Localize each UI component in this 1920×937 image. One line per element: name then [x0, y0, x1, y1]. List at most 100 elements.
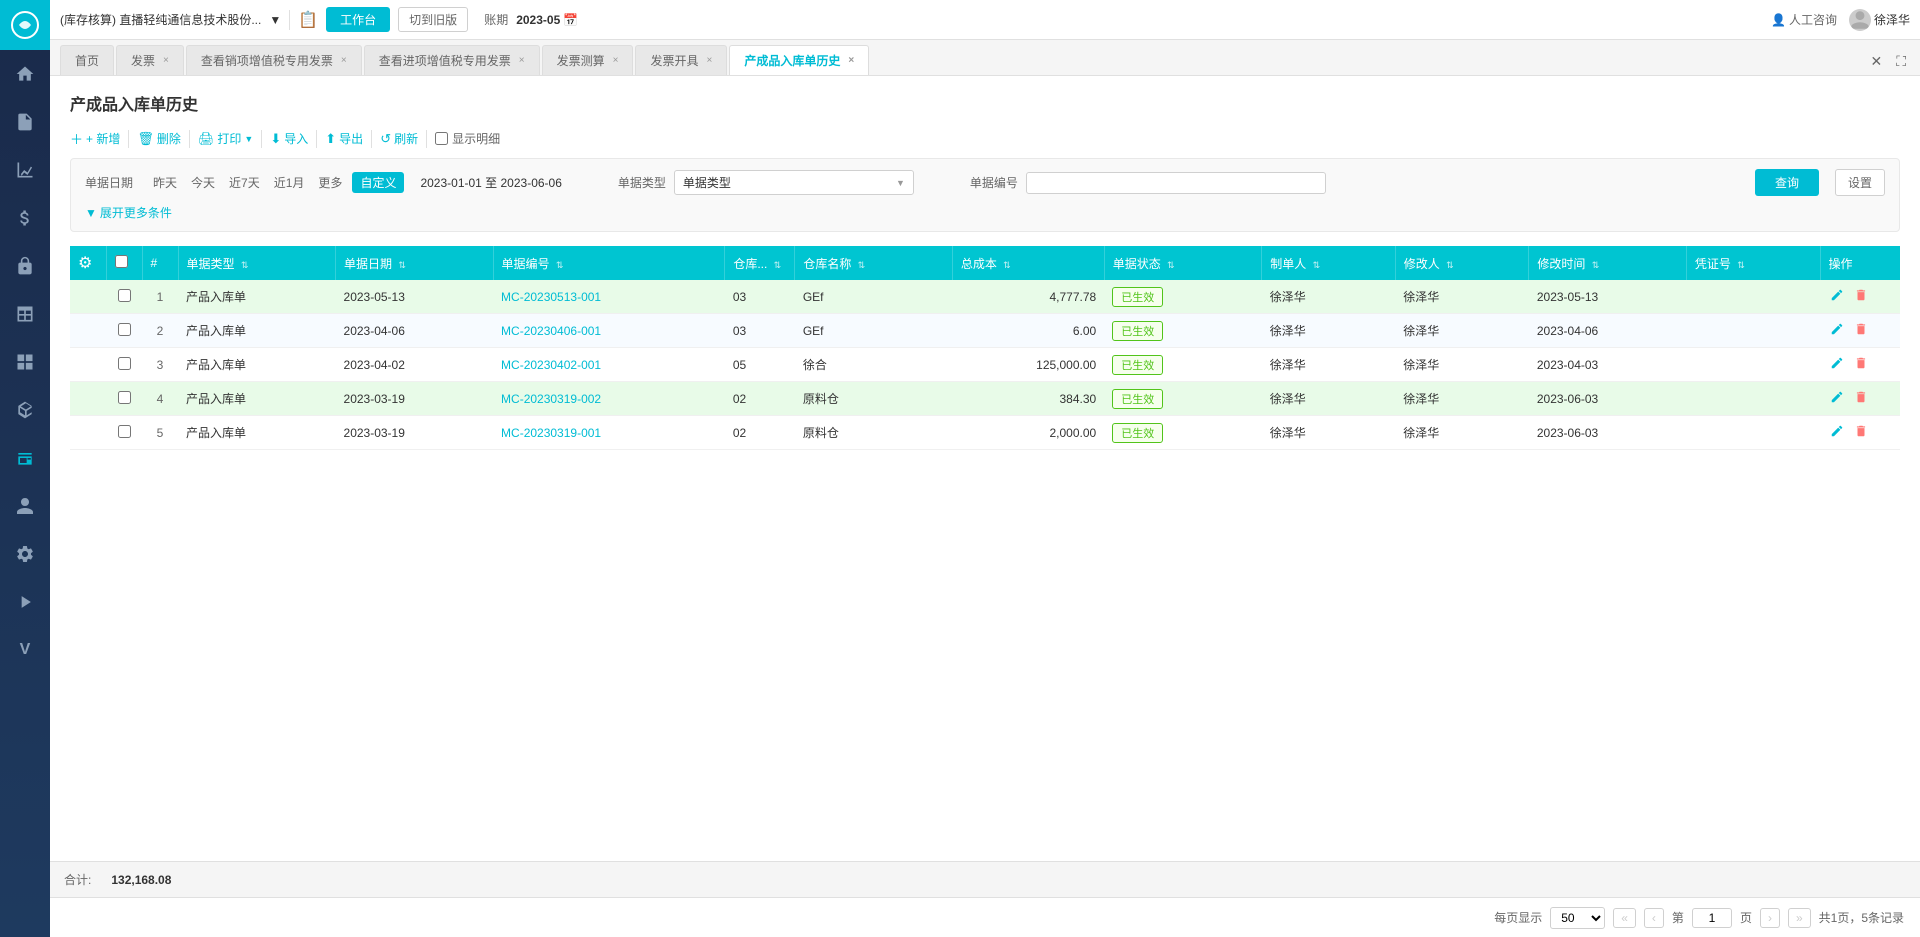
- delete-button[interactable]: 🗑 删除: [137, 130, 181, 147]
- tab-purchase-vat-close[interactable]: ×: [519, 55, 525, 66]
- sidebar-item-settings[interactable]: [0, 530, 50, 578]
- sidebar-item-grid[interactable]: [0, 338, 50, 386]
- col-type[interactable]: 单据类型 ⇅: [178, 246, 336, 280]
- date-options: 昨天 今天 近7天 近1月 更多 自定义: [149, 172, 404, 193]
- row-checkbox-4[interactable]: [118, 425, 131, 438]
- setting-button[interactable]: 设置: [1835, 169, 1885, 196]
- view-button-4[interactable]: [1828, 422, 1846, 443]
- tab-purchase-vat[interactable]: 查看进项增值税专用发票 ×: [364, 45, 540, 75]
- tab-close-all-button[interactable]: ✕: [1866, 51, 1886, 72]
- sidebar-item-home[interactable]: [0, 50, 50, 98]
- col-modify-time[interactable]: 修改时间 ⇅: [1529, 246, 1687, 280]
- view-button-1[interactable]: [1828, 320, 1846, 341]
- show-detail-toggle[interactable]: 显示明细: [435, 130, 500, 147]
- sidebar-item-money[interactable]: [0, 194, 50, 242]
- date-range-display[interactable]: 2023-01-01 至 2023-06-06: [420, 174, 561, 191]
- date-option-custom[interactable]: 自定义: [352, 172, 404, 193]
- row-link-4[interactable]: MC-20230319-001: [501, 426, 601, 440]
- tab-sales-vat-close[interactable]: ×: [341, 55, 347, 66]
- next-page-button[interactable]: ›: [1760, 908, 1780, 928]
- sidebar-item-chart[interactable]: [0, 146, 50, 194]
- col-status[interactable]: 单据状态 ⇅: [1104, 246, 1262, 280]
- row-checkbox-3[interactable]: [118, 391, 131, 404]
- date-option-today[interactable]: 今天: [187, 172, 219, 193]
- sort-date-icon: ⇅: [398, 260, 406, 270]
- service-button[interactable]: 👤 人工咨询: [1771, 11, 1837, 28]
- app-logo[interactable]: [0, 0, 50, 50]
- cell-status-4: 已生效: [1104, 416, 1262, 450]
- view-button-2[interactable]: [1828, 354, 1846, 375]
- tab-calc[interactable]: 发票测算 ×: [542, 45, 634, 75]
- sort-wname-icon: ⇅: [858, 260, 866, 270]
- delete-button-3[interactable]: [1852, 388, 1870, 409]
- tab-product-history-close[interactable]: ×: [848, 55, 854, 66]
- date-option-7days[interactable]: 近7天: [225, 172, 264, 193]
- new-button[interactable]: ＋ + 新增: [70, 129, 120, 148]
- delete-button-4[interactable]: [1852, 422, 1870, 443]
- last-page-button[interactable]: »: [1788, 908, 1811, 928]
- delete-button-1[interactable]: [1852, 320, 1870, 341]
- page-number-input[interactable]: [1692, 908, 1732, 928]
- show-detail-checkbox[interactable]: [435, 132, 448, 145]
- col-total-cost[interactable]: 总成本 ⇅: [952, 246, 1104, 280]
- user-menu[interactable]: 徐泽华: [1849, 9, 1910, 31]
- date-option-yesterday[interactable]: 昨天: [149, 172, 181, 193]
- view-button-0[interactable]: [1828, 286, 1846, 307]
- first-page-button[interactable]: «: [1613, 908, 1636, 928]
- sidebar-item-v[interactable]: V: [0, 626, 50, 674]
- view-button-3[interactable]: [1828, 388, 1846, 409]
- sidebar-item-table[interactable]: [0, 290, 50, 338]
- tab-sales-vat[interactable]: 查看销项增值税专用发票 ×: [186, 45, 362, 75]
- delete-button-2[interactable]: [1852, 354, 1870, 375]
- delete-button-0[interactable]: [1852, 286, 1870, 307]
- query-button[interactable]: 查询: [1755, 169, 1819, 196]
- tab-open-close[interactable]: ×: [706, 55, 712, 66]
- tab-open[interactable]: 发票开具 ×: [635, 45, 727, 75]
- col-creator[interactable]: 制单人 ⇅: [1262, 246, 1396, 280]
- col-settings[interactable]: ⚙: [70, 246, 106, 280]
- date-option-1month[interactable]: 近1月: [270, 172, 309, 193]
- expand-more-button[interactable]: ▼ 展开更多条件: [85, 204, 172, 221]
- date-option-more[interactable]: 更多: [314, 172, 346, 193]
- row-link-0[interactable]: MC-20230513-001: [501, 290, 601, 304]
- sidebar-item-user[interactable]: [0, 482, 50, 530]
- sidebar-item-doc[interactable]: [0, 98, 50, 146]
- company-dropdown-icon[interactable]: ▼: [269, 13, 281, 27]
- col-date[interactable]: 单据日期 ⇅: [336, 246, 494, 280]
- tab-expand-button[interactable]: ⛶: [1892, 51, 1910, 72]
- tab-product-history[interactable]: 产成品入库单历史 ×: [729, 45, 869, 75]
- tab-home[interactable]: 首页: [60, 45, 114, 75]
- settings-icon[interactable]: ⚙: [78, 255, 92, 272]
- doc-icon[interactable]: 📋: [298, 10, 318, 30]
- row-checkbox-1[interactable]: [118, 323, 131, 336]
- sidebar-item-box[interactable]: [0, 386, 50, 434]
- row-link-1[interactable]: MC-20230406-001: [501, 324, 601, 338]
- switch-button[interactable]: 切到旧版: [398, 7, 468, 32]
- row-link-2[interactable]: MC-20230402-001: [501, 358, 601, 372]
- col-warehouse-code[interactable]: 仓库... ⇅: [725, 246, 795, 280]
- print-button[interactable]: 🖨 打印 ▼: [198, 130, 253, 147]
- col-modifier[interactable]: 修改人 ⇅: [1395, 246, 1529, 280]
- import-button[interactable]: ⬇ 导入: [270, 130, 308, 147]
- row-checkbox-0[interactable]: [118, 289, 131, 302]
- number-filter-input[interactable]: [1026, 172, 1326, 194]
- row-link-3[interactable]: MC-20230319-002: [501, 392, 601, 406]
- row-checkbox-2[interactable]: [118, 357, 131, 370]
- col-warehouse-name[interactable]: 仓库名称 ⇅: [795, 246, 953, 280]
- export-button[interactable]: ⬆ 导出: [325, 130, 363, 147]
- sidebar-item-lock[interactable]: [0, 242, 50, 290]
- sidebar-item-storage[interactable]: [0, 434, 50, 482]
- tab-calc-close[interactable]: ×: [613, 55, 619, 66]
- col-number[interactable]: 单据编号 ⇅: [493, 246, 725, 280]
- sidebar-item-play[interactable]: [0, 578, 50, 626]
- select-all-checkbox[interactable]: [115, 255, 128, 268]
- tab-invoice[interactable]: 发票 ×: [116, 45, 184, 75]
- prev-page-button[interactable]: ‹: [1644, 908, 1664, 928]
- refresh-button[interactable]: ↺ 刷新: [380, 130, 418, 147]
- tab-invoice-close[interactable]: ×: [163, 55, 169, 66]
- page-size-select[interactable]: 50 10 20 100: [1550, 907, 1605, 929]
- type-filter-select[interactable]: 单据类型 ▼: [674, 170, 914, 195]
- workbench-button[interactable]: 工作台: [326, 7, 390, 32]
- period-value[interactable]: 2023-05 📅: [516, 13, 578, 27]
- col-voucher[interactable]: 凭证号 ⇅: [1686, 246, 1820, 280]
